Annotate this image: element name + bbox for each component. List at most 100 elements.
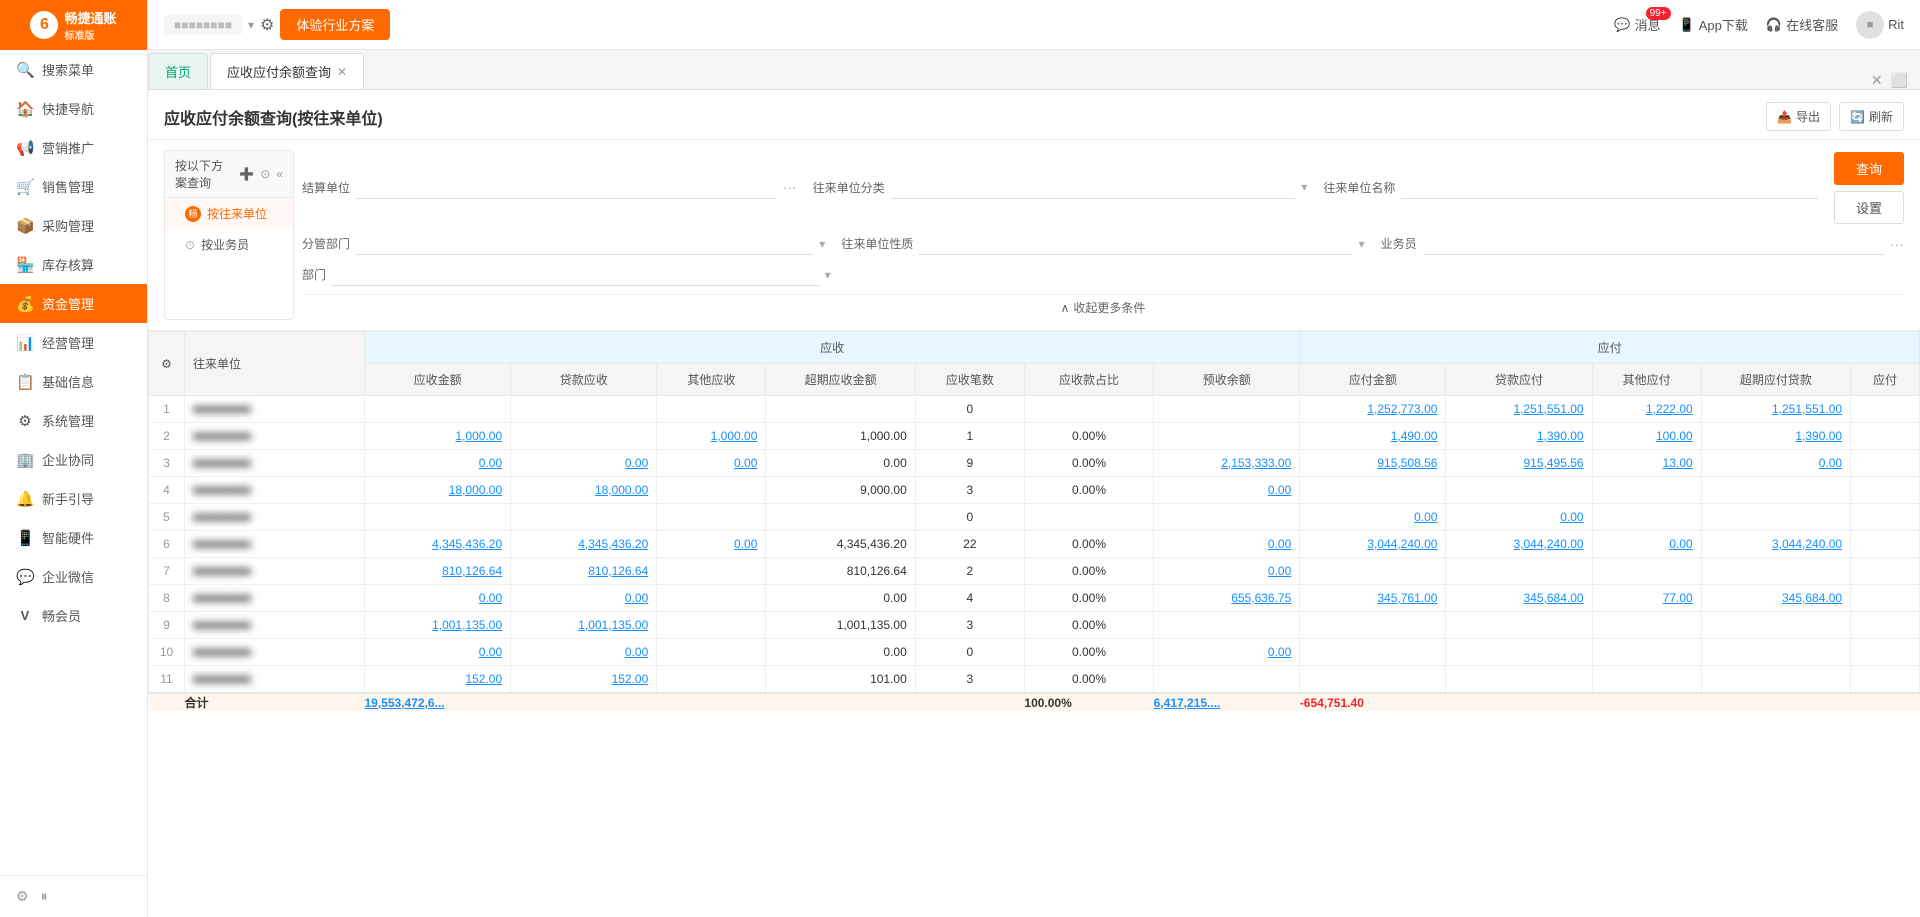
row-ar-loan[interactable]: 0.00 [511,450,657,477]
row-ap-loan[interactable]: 0.00 [1446,504,1592,531]
row-ar-loan[interactable]: 810,126.64 [511,558,657,585]
row-ar-loan[interactable]: 152.00 [511,666,657,694]
row-ar-other[interactable]: 1,000.00 [657,423,766,450]
table-settings-header[interactable]: ⚙ [149,332,185,396]
collapse-scheme-icon[interactable]: « [276,167,283,181]
bottom-collapse-icon[interactable]: ⏸ [41,888,48,905]
row-ar-prepay[interactable]: 2,153,333.00 [1154,450,1300,477]
row-ar-other[interactable]: 0.00 [657,450,766,477]
row-ap-amount[interactable]: 0.00 [1300,504,1446,531]
row-ap-loan[interactable]: 3,044,240.00 [1446,531,1592,558]
scheme-by-counterparty[interactable]: 畅 按往来单位 [165,198,293,229]
sidebar-item-mgmt[interactable]: 📊 经营管理 [0,323,147,362]
row-ap-amount[interactable]: 1,490.00 [1300,423,1446,450]
row-ar-prepay[interactable]: 0.00 [1154,639,1300,666]
header-gear-icon[interactable]: ⚙ [260,15,274,35]
row-ap-other[interactable]: 77.00 [1592,585,1701,612]
scheme-by-salesperson[interactable]: ⊙ 按业务员 [165,229,293,260]
row-ap-loan[interactable]: 345,684.00 [1446,585,1592,612]
row-ap-overdue[interactable]: 345,684.00 [1701,585,1850,612]
sidebar-item-vip[interactable]: V 畅会员 [0,596,147,635]
sidebar-item-sales[interactable]: 🛒 销售管理 [0,167,147,206]
promo-button[interactable]: 体验行业方案 [280,9,390,40]
row-ap-loan[interactable]: 1,390.00 [1446,423,1592,450]
tab-expand-icon[interactable]: ⬜ [1891,72,1908,89]
row-ar-loan[interactable]: 0.00 [511,639,657,666]
sidebar-item-search[interactable]: 🔍 搜索菜单 [0,50,147,89]
fenguan-chevron-icon[interactable]: ▾ [819,237,825,251]
settings-scheme-icon[interactable]: ⊙ [260,167,270,181]
footer-ar-amount[interactable]: 19,553,472,6... [365,693,511,711]
row-ap-overdue[interactable]: 1,390.00 [1701,423,1850,450]
tab-home[interactable]: 首页 [148,53,208,89]
bumen-input[interactable] [332,263,819,286]
add-scheme-icon[interactable]: ➕ [239,167,254,181]
row-ar-amount[interactable]: 152.00 [365,666,511,694]
sidebar-item-purchase[interactable]: 📦 采购管理 [0,206,147,245]
sidebar-item-quicknav[interactable]: 🏠 快捷导航 [0,89,147,128]
refresh-button[interactable]: 🔄 刷新 [1839,102,1904,131]
bumen-chevron-icon[interactable]: ▾ [825,268,831,282]
row-ap-other[interactable]: 100.00 [1592,423,1701,450]
row-ap-loan[interactable]: 915,495.56 [1446,450,1592,477]
row-ar-loan[interactable]: 18,000.00 [511,477,657,504]
filter-settings-button[interactable]: 设置 [1834,191,1904,224]
danwei-input[interactable] [1401,176,1818,199]
row-ar-amount[interactable]: 4,345,436.20 [365,531,511,558]
sidebar-item-wechat[interactable]: 💬 企业微信 [0,557,147,596]
tab-arbalance[interactable]: 应收应付余额查询 ✕ [210,53,364,89]
user-avatar-area[interactable]: ■ Rit [1856,11,1904,39]
row-ap-amount[interactable]: 915,508.56 [1300,450,1446,477]
tab-minimize-icon[interactable]: ✕ [1871,72,1883,89]
row-ar-amount[interactable]: 1,001,135.00 [365,612,511,639]
row-ar-loan[interactable]: 0.00 [511,585,657,612]
row-ar-prepay[interactable]: 0.00 [1154,531,1300,558]
row-ar-amount[interactable]: 0.00 [365,639,511,666]
footer-ar-prepay[interactable]: 6,417,215.... [1154,693,1300,711]
fenguan-input[interactable] [356,232,813,255]
tab-close-icon[interactable]: ✕ [337,65,347,79]
app-download-button[interactable]: 📱 App下载 [1679,15,1748,34]
row-ap-other[interactable]: 1,222.00 [1592,396,1701,423]
jiesuan-dots-icon[interactable]: ··· [783,179,797,195]
row-ar-amount[interactable]: 0.00 [365,585,511,612]
row-ap-other[interactable]: 13.00 [1592,450,1701,477]
row-ar-amount[interactable]: 0.00 [365,450,511,477]
sidebar-item-corp[interactable]: 🏢 企业协同 [0,440,147,479]
yewuyuan-dots-icon[interactable]: ··· [1890,236,1904,252]
sidebar-item-basic[interactable]: 📋 基础信息 [0,362,147,401]
row-ap-amount[interactable]: 1,252,773.00 [1300,396,1446,423]
xingzhi-input[interactable] [919,232,1352,255]
row-ap-amount[interactable]: 3,044,240.00 [1300,531,1446,558]
collapse-bar[interactable]: ∧ 收起更多条件 [302,294,1904,320]
row-ar-other[interactable]: 0.00 [657,531,766,558]
row-ap-loan[interactable]: 1,251,551.00 [1446,396,1592,423]
export-button[interactable]: 📤 导出 [1766,102,1831,131]
sidebar-item-guide[interactable]: 🔔 新手引导 [0,479,147,518]
row-ar-prepay[interactable]: 0.00 [1154,558,1300,585]
bottom-settings-icon[interactable]: ⚙ [16,888,29,905]
fenlei-chevron-icon[interactable]: ▾ [1301,180,1307,194]
message-button[interactable]: 💬 消息 99+ [1614,15,1660,34]
row-ar-amount[interactable]: 1,000.00 [365,423,511,450]
row-ap-overdue[interactable]: 3,044,240.00 [1701,531,1850,558]
service-button[interactable]: 🎧 在线客服 [1766,15,1838,34]
sidebar-item-hardware[interactable]: 📱 智能硬件 [0,518,147,557]
yewuyuan-input[interactable] [1423,232,1884,255]
row-ar-loan[interactable]: 1,001,135.00 [511,612,657,639]
xingzhi-chevron-icon[interactable]: ▾ [1359,237,1365,251]
row-ap-overdue[interactable]: 1,251,551.00 [1701,396,1850,423]
sidebar-item-finance[interactable]: 💰 资金管理 [0,284,147,323]
query-button[interactable]: 查询 [1834,152,1904,185]
row-ar-prepay[interactable]: 0.00 [1154,477,1300,504]
sidebar-item-marketing[interactable]: 📢 营销推广 [0,128,147,167]
row-ap-overdue[interactable]: 0.00 [1701,450,1850,477]
sidebar-item-system[interactable]: ⚙ 系统管理 [0,401,147,440]
jiesuan-input[interactable] [356,176,777,199]
row-ap-other[interactable]: 0.00 [1592,531,1701,558]
row-ar-prepay[interactable]: 655,636.75 [1154,585,1300,612]
row-ap-amount[interactable]: 345,761.00 [1300,585,1446,612]
row-ar-loan[interactable]: 4,345,436.20 [511,531,657,558]
row-ar-amount[interactable]: 18,000.00 [365,477,511,504]
sidebar-item-stock[interactable]: 🏪 库存核算 [0,245,147,284]
